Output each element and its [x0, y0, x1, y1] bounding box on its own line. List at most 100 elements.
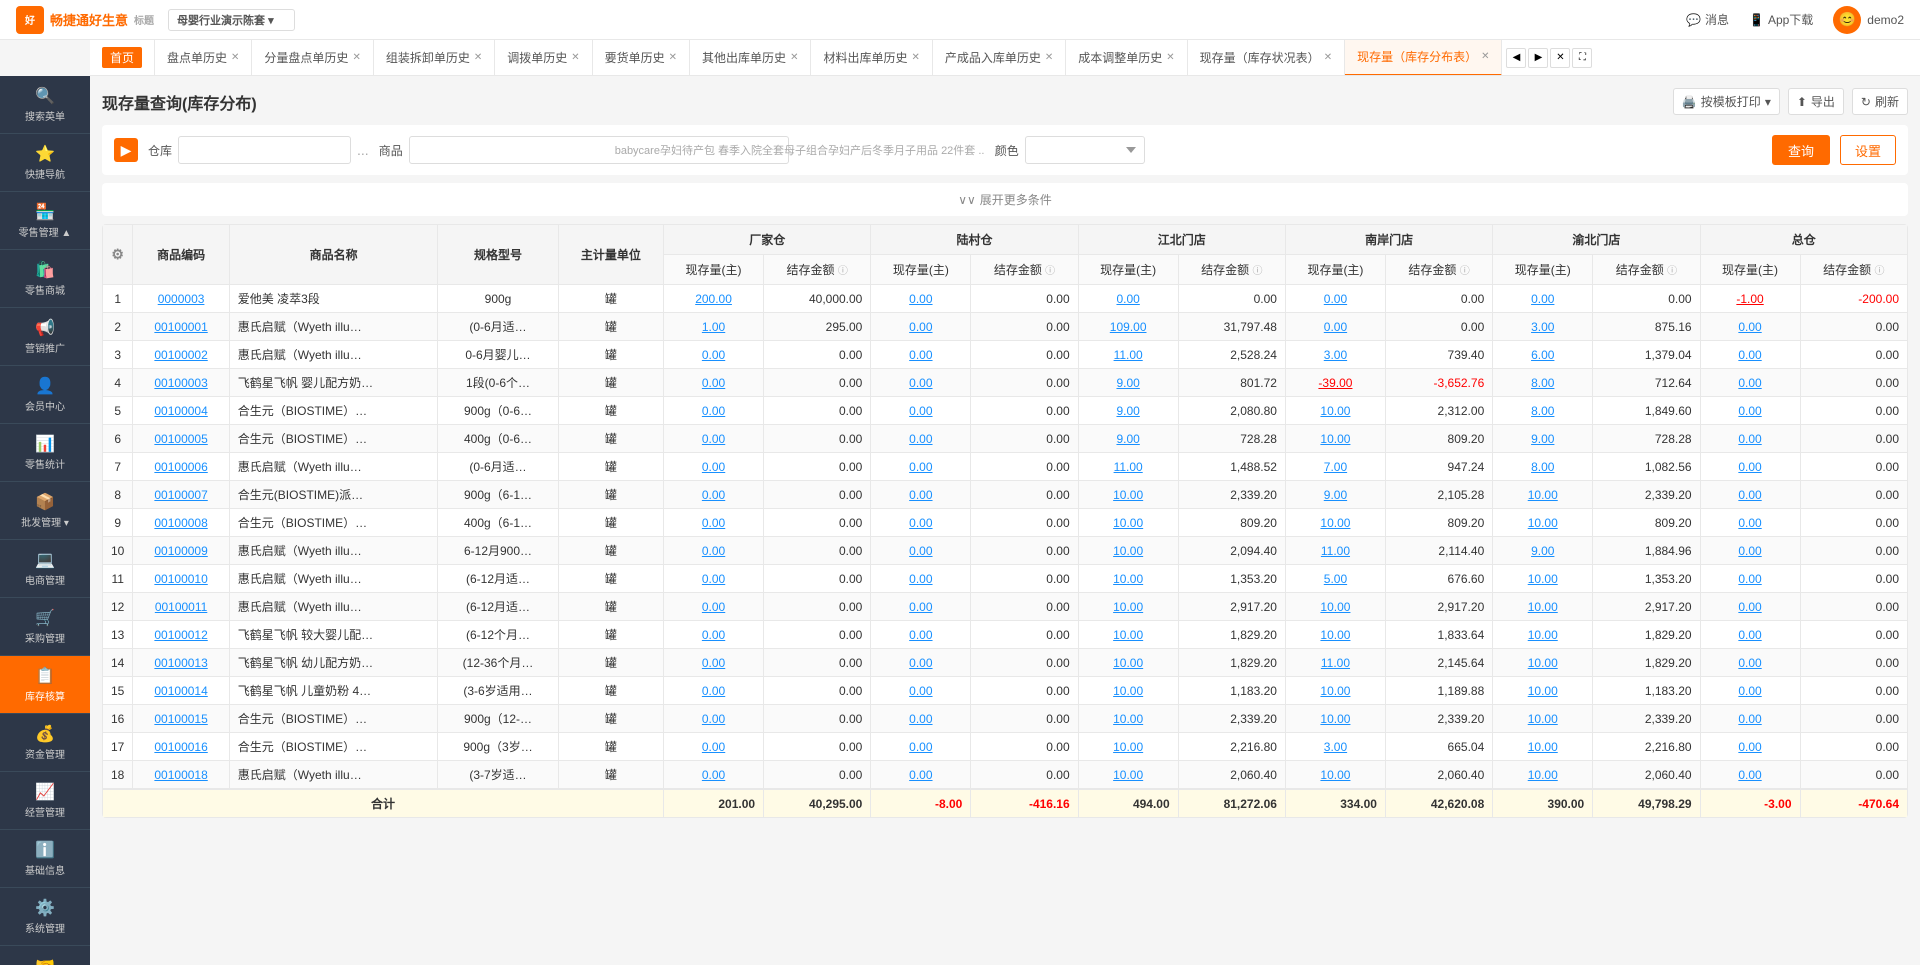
stock-qty-link[interactable]: 0.00: [702, 684, 725, 698]
close-icon[interactable]: ✕: [231, 52, 239, 63]
sidebar-item-retail-mgmt[interactable]: 🏪 零售管理 ▲: [0, 192, 90, 250]
product-code-link[interactable]: 00100001: [154, 320, 207, 334]
stock-qty-link[interactable]: 0.00: [1738, 348, 1761, 362]
stock-qty-link[interactable]: 0.00: [909, 376, 932, 390]
stock-qty-link[interactable]: 0.00: [702, 712, 725, 726]
stock-qty-link[interactable]: 10.00: [1528, 488, 1558, 502]
sidebar-item-ecommerce[interactable]: 💻 电商管理: [0, 540, 90, 598]
sidebar-item-member[interactable]: 👤 会员中心: [0, 366, 90, 424]
stock-qty-link[interactable]: 0.00: [1531, 292, 1554, 306]
nav-expand-button[interactable]: ⛶: [1572, 48, 1592, 68]
tab-6[interactable]: 其他出库单历史✕: [690, 40, 811, 76]
stock-qty-link[interactable]: 10.00: [1113, 488, 1143, 502]
product-code-link[interactable]: 0000003: [158, 292, 205, 306]
export-button[interactable]: ⬆ 导出: [1788, 88, 1844, 115]
expand-more-button[interactable]: ∨∨ 展开更多条件: [102, 187, 1908, 212]
stock-qty-link[interactable]: 0.00: [909, 656, 932, 670]
product-code-link[interactable]: 00100002: [154, 348, 207, 362]
stock-qty-link[interactable]: 0.00: [1738, 376, 1761, 390]
stock-qty-link[interactable]: 0.00: [1324, 292, 1347, 306]
stock-qty-link[interactable]: 0.00: [909, 600, 932, 614]
stock-qty-link[interactable]: 10.00: [1320, 600, 1350, 614]
tab-9[interactable]: 成本调整单历史✕: [1066, 40, 1187, 76]
sidebar-item-purchase[interactable]: 🛒 采购管理: [0, 598, 90, 656]
info-icon[interactable]: ⓘ: [1460, 266, 1470, 277]
stock-qty-link[interactable]: 10.00: [1113, 684, 1143, 698]
tab-1[interactable]: 盘点单历史✕: [155, 40, 252, 76]
stock-qty-link[interactable]: 9.00: [1531, 544, 1554, 558]
tab-5[interactable]: 要货单历史✕: [593, 40, 690, 76]
table-settings-icon[interactable]: ⚙: [111, 246, 124, 262]
stock-qty-link[interactable]: 10.00: [1113, 572, 1143, 586]
stock-qty-link[interactable]: 0.00: [702, 516, 725, 530]
stock-qty-link[interactable]: 0.00: [702, 404, 725, 418]
sidebar-item-finance[interactable]: 💰 资金管理: [0, 714, 90, 772]
stock-qty-link[interactable]: 0.00: [909, 740, 932, 754]
stock-qty-link[interactable]: 10.00: [1528, 768, 1558, 782]
stock-qty-link[interactable]: 0.00: [1738, 656, 1761, 670]
close-icon[interactable]: ✕: [1481, 51, 1489, 62]
stock-qty-link[interactable]: 0.00: [702, 488, 725, 502]
stock-qty-link[interactable]: 0.00: [909, 712, 932, 726]
stock-qty-link[interactable]: 8.00: [1531, 376, 1554, 390]
info-icon[interactable]: ⓘ: [1667, 266, 1677, 277]
stock-qty-link[interactable]: 0.00: [909, 320, 932, 334]
sidebar-item-enterprise[interactable]: 🤝 企业协同: [0, 946, 90, 965]
close-icon[interactable]: ✕: [352, 52, 360, 63]
close-icon[interactable]: ✕: [474, 52, 482, 63]
stock-qty-link[interactable]: 0.00: [909, 488, 932, 502]
stock-qty-link[interactable]: 10.00: [1320, 628, 1350, 642]
stock-qty-link[interactable]: 1.00: [702, 320, 725, 334]
stock-qty-link[interactable]: 10.00: [1113, 712, 1143, 726]
nav-prev-button[interactable]: ◀: [1506, 48, 1526, 68]
stock-qty-link[interactable]: 0.00: [702, 572, 725, 586]
stock-qty-link[interactable]: 0.00: [1738, 712, 1761, 726]
stock-qty-link[interactable]: 3.00: [1324, 348, 1347, 362]
stock-qty-link[interactable]: 10.00: [1528, 656, 1558, 670]
stock-qty-link[interactable]: 0.00: [702, 628, 725, 642]
stock-qty-link[interactable]: 0.00: [1738, 684, 1761, 698]
stock-qty-link[interactable]: 0.00: [1116, 292, 1139, 306]
stock-qty-link[interactable]: 6.00: [1531, 348, 1554, 362]
product-code-link[interactable]: 00100007: [154, 488, 207, 502]
product-code-link[interactable]: 00100015: [154, 712, 207, 726]
close-icon[interactable]: ✕: [669, 52, 677, 63]
nav-close-button[interactable]: ✕: [1550, 48, 1570, 68]
info-icon[interactable]: ⓘ: [838, 266, 848, 277]
stock-qty-link[interactable]: 10.00: [1528, 628, 1558, 642]
stock-qty-link[interactable]: 0.00: [909, 432, 932, 446]
stock-qty-link[interactable]: 8.00: [1531, 460, 1554, 474]
stock-qty-link[interactable]: 10.00: [1113, 656, 1143, 670]
info-icon[interactable]: ⓘ: [1045, 266, 1055, 277]
sidebar-item-inventory[interactable]: 📋 库存核算: [0, 656, 90, 714]
tab-11-active[interactable]: 现存量（库存分布表）✕: [1345, 40, 1502, 76]
sidebar-item-retail-stats[interactable]: 📊 零售统计: [0, 424, 90, 482]
stock-qty-link[interactable]: 10.00: [1113, 516, 1143, 530]
close-icon[interactable]: ✕: [1324, 52, 1332, 63]
stock-qty-link[interactable]: 10.00: [1320, 516, 1350, 530]
stock-qty-link[interactable]: 0.00: [702, 600, 725, 614]
company-selector[interactable]: 母婴行业演示陈套 ▾: [168, 9, 295, 31]
refresh-button[interactable]: ↻ 刷新: [1852, 88, 1908, 115]
stock-qty-link[interactable]: 10.00: [1528, 600, 1558, 614]
message-button[interactable]: 💬 消息: [1686, 11, 1729, 28]
product-code-link[interactable]: 00100011: [155, 600, 208, 614]
sidebar-item-base-info[interactable]: ℹ️ 基础信息: [0, 830, 90, 888]
stock-qty-link[interactable]: 10.00: [1528, 572, 1558, 586]
stock-qty-link[interactable]: 11.00: [1321, 656, 1350, 670]
color-select[interactable]: [1025, 136, 1145, 164]
stock-qty-link[interactable]: 0.00: [1738, 768, 1761, 782]
info-icon[interactable]: ⓘ: [1874, 266, 1884, 277]
sidebar-item-retail-mall[interactable]: 🛍️ 零售商城: [0, 250, 90, 308]
stock-qty-link[interactable]: 9.00: [1116, 376, 1139, 390]
stock-qty-link[interactable]: 10.00: [1113, 544, 1143, 558]
stock-qty-link[interactable]: 9.00: [1531, 432, 1554, 446]
tab-4[interactable]: 调拨单历史✕: [495, 40, 592, 76]
stock-qty-link[interactable]: 10.00: [1113, 600, 1143, 614]
sidebar-item-wholesale[interactable]: 📦 批发管理 ▾: [0, 482, 90, 540]
stock-qty-link[interactable]: 9.00: [1116, 404, 1139, 418]
stock-qty-link[interactable]: 10.00: [1113, 740, 1143, 754]
stock-qty-link[interactable]: 0.00: [1738, 488, 1761, 502]
stock-qty-link[interactable]: 11.00: [1114, 460, 1143, 474]
stock-qty-link[interactable]: 0.00: [909, 572, 932, 586]
